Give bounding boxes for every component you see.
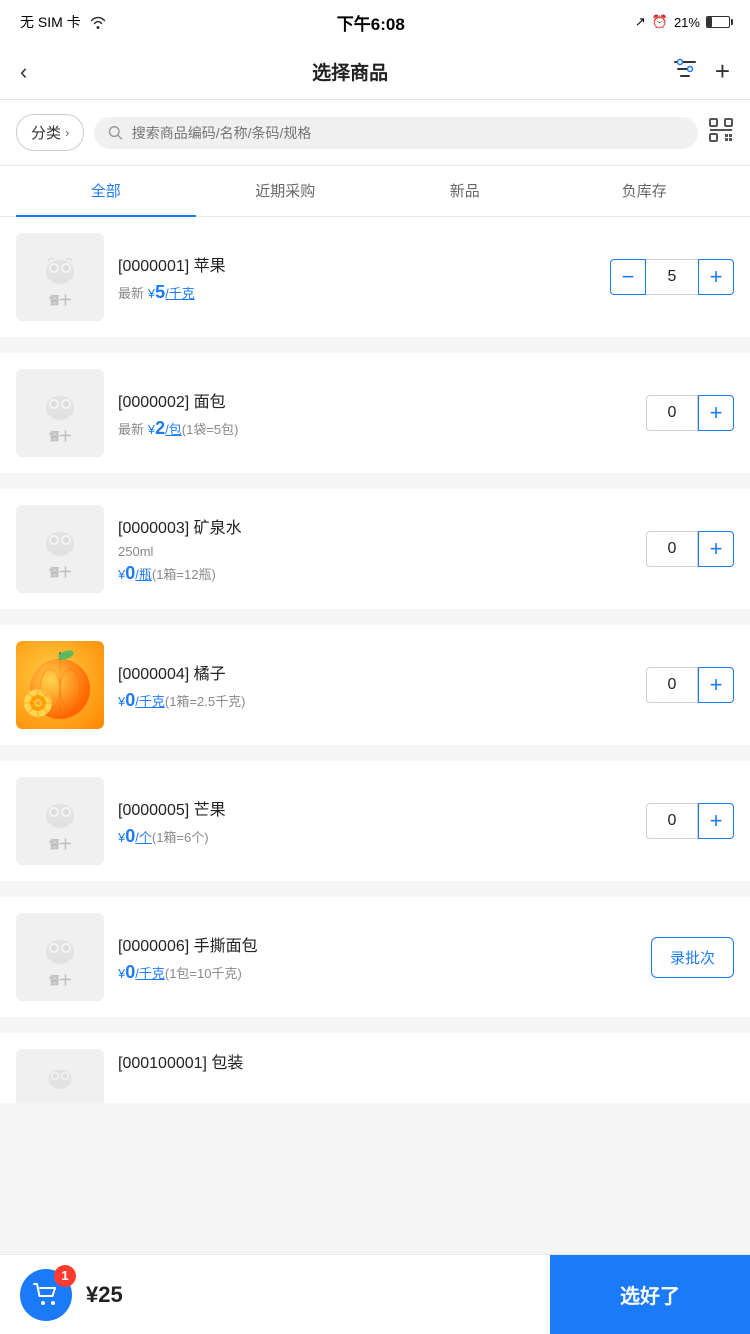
product-thumbnail: 督十	[16, 777, 104, 865]
cart-icon	[33, 1283, 59, 1307]
product-info: [0000002] 面包 最新 ¥2/包(1袋=5包)	[118, 388, 632, 439]
orange-image	[16, 641, 104, 729]
tab-recent[interactable]: 近期采购	[196, 166, 376, 217]
product-info: [0000004] 橘子 ¥0/千克(1箱=2.5千克)	[118, 660, 632, 711]
battery-percent: 21%	[674, 15, 700, 30]
filter-bar: 分类 ›	[0, 100, 750, 166]
search-input[interactable]	[132, 125, 684, 141]
list-item: [0000004] 橘子 ¥0/千克(1箱=2.5千克) +	[0, 625, 750, 745]
product-price: ¥0/个(1箱=6个)	[118, 826, 632, 847]
product-info: [0000003] 矿泉水 250ml ¥0/瓶(1箱=12瓶)	[118, 514, 632, 584]
increase-button[interactable]: +	[698, 667, 734, 703]
status-carrier: 无 SIM 卡	[20, 12, 107, 32]
increase-button[interactable]: +	[698, 531, 734, 567]
filter-icon[interactable]	[673, 58, 697, 86]
orange-fruit-icon	[20, 645, 100, 725]
bottom-bar: 1 ¥25 选好了	[0, 1254, 750, 1334]
product-price: 最新 ¥2/包(1袋=5包)	[118, 418, 632, 439]
quantity-stepper: +	[646, 803, 734, 839]
tab-all[interactable]: 全部	[16, 166, 196, 217]
list-item: 督十 [0000006] 手撕面包 ¥0/千克(1包=10千克) 录批次	[0, 897, 750, 1017]
product-thumbnail	[16, 1049, 104, 1103]
owl-logo-icon	[38, 382, 82, 426]
quantity-input[interactable]	[646, 803, 698, 839]
chevron-icon: ›	[65, 125, 69, 140]
list-item: 督十 [0000005] 芒果 ¥0/个(1箱=6个) +	[0, 761, 750, 881]
product-thumbnail: 督十	[16, 913, 104, 1001]
quantity-stepper: − +	[610, 259, 734, 295]
battery-icon	[706, 16, 730, 28]
location-icon: ↗	[635, 14, 646, 30]
quantity-stepper: +	[646, 395, 734, 431]
product-list: 督十 [0000001] 苹果 最新 ¥5/千克 − +	[0, 217, 750, 1103]
product-info: [000100001] 包装	[118, 1049, 734, 1079]
list-item: 督十 [0000003] 矿泉水 250ml ¥0/瓶(1箱=12瓶) +	[0, 489, 750, 609]
quantity-input[interactable]	[646, 395, 698, 431]
owl-logo-icon	[38, 518, 82, 562]
decrease-button[interactable]: −	[610, 259, 646, 295]
product-name: [0000004] 橘子	[118, 660, 632, 684]
product-price: ¥0/瓶(1箱=12瓶)	[118, 563, 632, 584]
owl-logo-icon	[38, 926, 82, 970]
status-time: 下午6:08	[337, 10, 405, 35]
product-spec: 250ml	[118, 544, 632, 559]
product-thumbnail	[16, 641, 104, 729]
owl-logo-icon	[38, 246, 82, 290]
status-indicators: ↗ ⏰ 21%	[635, 14, 730, 30]
add-icon[interactable]: +	[715, 56, 730, 87]
nav-actions: +	[673, 56, 730, 87]
product-name: [0000006] 手撕面包	[118, 932, 637, 956]
product-thumbnail: 督十	[16, 505, 104, 593]
increase-button[interactable]: +	[698, 803, 734, 839]
quantity-stepper: +	[646, 667, 734, 703]
quantity-stepper: +	[646, 531, 734, 567]
list-item: 督十 [0000001] 苹果 最新 ¥5/千克 − +	[0, 217, 750, 337]
confirm-button[interactable]: 选好了	[550, 1255, 750, 1334]
list-item: 督十 [0000002] 面包 最新 ¥2/包(1袋=5包) +	[0, 353, 750, 473]
product-name: [000100001] 包装	[118, 1049, 734, 1073]
nav-bar: ‹ 选择商品 +	[0, 44, 750, 100]
product-info: [0000001] 苹果 最新 ¥5/千克	[118, 252, 596, 303]
cart-icon-wrap: 1	[20, 1269, 72, 1321]
scan-icon[interactable]	[708, 117, 734, 149]
product-price: 最新 ¥5/千克	[118, 282, 596, 303]
product-price: ¥0/千克(1箱=2.5千克)	[118, 690, 632, 711]
owl-logo-icon	[42, 1058, 78, 1094]
increase-button[interactable]: +	[698, 259, 734, 295]
quantity-input[interactable]	[646, 531, 698, 567]
status-bar: 无 SIM 卡 下午6:08 ↗ ⏰ 21%	[0, 0, 750, 44]
batch-button[interactable]: 录批次	[651, 937, 734, 978]
product-info: [0000005] 芒果 ¥0/个(1箱=6个)	[118, 796, 632, 847]
cart-total-price: ¥25	[86, 1282, 123, 1308]
product-name: [0000003] 矿泉水	[118, 514, 632, 538]
product-thumbnail: 督十	[16, 369, 104, 457]
product-name: [0000005] 芒果	[118, 796, 632, 820]
search-box	[94, 117, 698, 149]
search-icon	[108, 125, 123, 141]
alarm-icon: ⏰	[652, 14, 668, 30]
product-name: [0000002] 面包	[118, 388, 632, 412]
page-title: 选择商品	[312, 58, 388, 85]
owl-logo-icon	[38, 790, 82, 834]
list-item: [000100001] 包装	[0, 1033, 750, 1103]
product-thumbnail: 督十	[16, 233, 104, 321]
product-name: [0000001] 苹果	[118, 252, 596, 276]
tab-new[interactable]: 新品	[375, 166, 555, 217]
cart-section: 1 ¥25	[0, 1269, 550, 1321]
tabs-bar: 全部 近期采购 新品 负库存	[0, 166, 750, 217]
category-button[interactable]: 分类 ›	[16, 114, 84, 151]
quantity-input[interactable]	[646, 259, 698, 295]
wifi-icon	[89, 15, 107, 29]
product-info: [0000006] 手撕面包 ¥0/千克(1包=10千克)	[118, 932, 637, 983]
increase-button[interactable]: +	[698, 395, 734, 431]
product-price: ¥0/千克(1包=10千克)	[118, 962, 637, 983]
tab-negative[interactable]: 负库存	[555, 166, 735, 217]
cart-badge: 1	[54, 1265, 76, 1287]
back-button[interactable]: ‹	[20, 59, 27, 85]
quantity-input[interactable]	[646, 667, 698, 703]
